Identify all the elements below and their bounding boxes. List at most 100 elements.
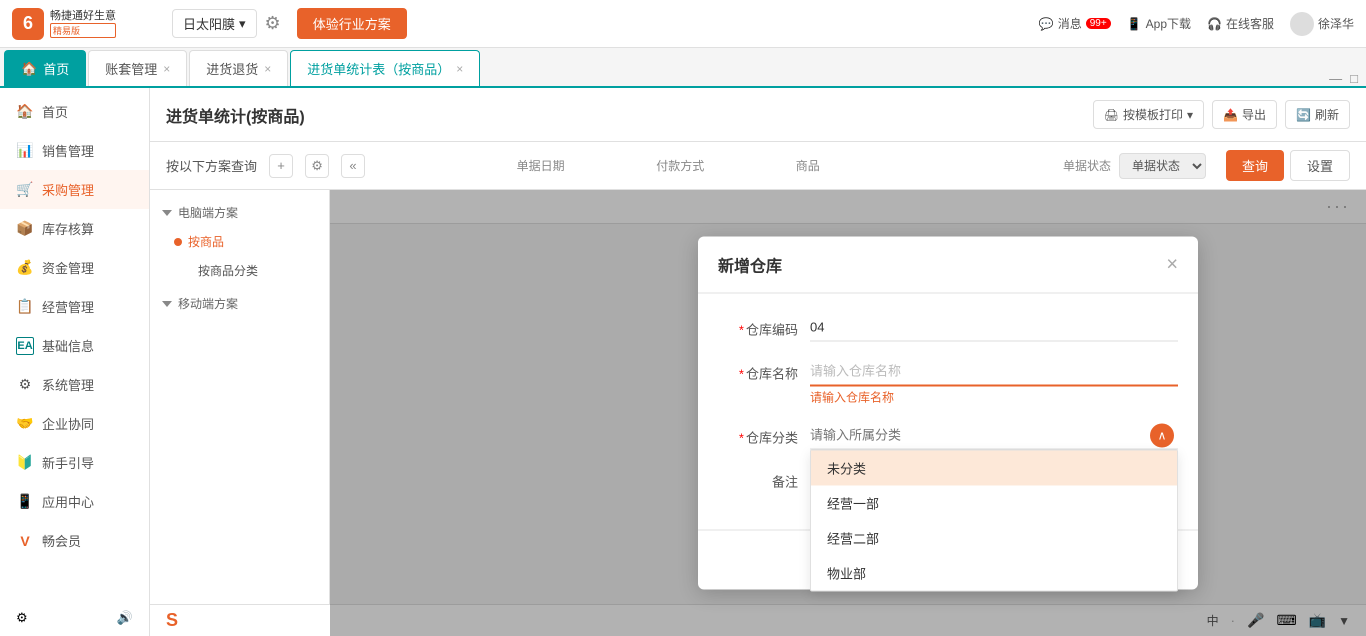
store-selector[interactable]: 日太阳膜 ▾ bbox=[172, 9, 257, 38]
app-download-label: App下载 bbox=[1146, 15, 1191, 32]
tab-accounts-close[interactable]: × bbox=[163, 62, 170, 76]
sidebar-item-basic-info[interactable]: EA 基础信息 bbox=[0, 326, 149, 365]
scheme-mobile-label: 移动端方案 bbox=[178, 295, 238, 312]
maximize-icon[interactable]: □ bbox=[1350, 71, 1358, 86]
dropdown-arrow-icon[interactable]: ∧ bbox=[1150, 424, 1174, 448]
export-button[interactable]: 📤 导出 bbox=[1212, 100, 1277, 129]
export-icon: 📤 bbox=[1223, 108, 1238, 122]
minimize-icon[interactable]: — bbox=[1329, 71, 1342, 86]
user-avatar bbox=[1290, 12, 1314, 36]
scheme-item-goods-category[interactable]: 按商品分类 bbox=[150, 256, 329, 285]
tab-purchase-return[interactable]: 进货退货 × bbox=[189, 50, 288, 86]
sidebar-item-apps-label: 应用中心 bbox=[42, 492, 94, 511]
tab-accounts[interactable]: 账套管理 × bbox=[88, 50, 187, 86]
category-input[interactable] bbox=[810, 422, 1178, 450]
tab-purchase-return-label: 进货退货 bbox=[206, 59, 258, 78]
demo-button[interactable]: 体验行业方案 bbox=[297, 8, 407, 39]
add-scheme-button[interactable]: + bbox=[269, 154, 293, 178]
category-label: 仓库分类 bbox=[718, 422, 798, 447]
refresh-button[interactable]: 🔄 刷新 bbox=[1285, 100, 1350, 129]
sidebar-item-operations-label: 经营管理 bbox=[42, 297, 94, 316]
dropdown-option-dept2[interactable]: 经营二部 bbox=[811, 521, 1177, 556]
dropdown-option-dept3[interactable]: 物业部 bbox=[811, 556, 1177, 591]
tab-purchase-return-close[interactable]: × bbox=[264, 62, 271, 76]
home-icon: 🏠 bbox=[21, 61, 37, 77]
print-button[interactable]: 🖨 按模板打印 ▾ bbox=[1093, 100, 1204, 129]
sidebar-item-sales[interactable]: 📊 销售管理 bbox=[0, 131, 149, 170]
form-row-name: 仓库名称 请输入仓库名称 bbox=[718, 358, 1178, 406]
top-right-area: 💬 消息 99+ 📱 App下载 🎧 在线客服 徐泽华 bbox=[1039, 12, 1354, 36]
collapse-button[interactable]: « bbox=[341, 154, 365, 178]
tab-purchase-stats[interactable]: 进货单统计表（按商品） × bbox=[290, 50, 480, 86]
message-icon: 💬 bbox=[1039, 17, 1054, 31]
s-brand-icon: S bbox=[166, 610, 178, 631]
status-area: 单据状态 单据状态 bbox=[1063, 153, 1206, 179]
sidebar-item-purchase[interactable]: 🛒 采购管理 bbox=[0, 170, 149, 209]
sidebar-item-system-label: 系统管理 bbox=[42, 375, 94, 394]
username-label: 徐泽华 bbox=[1318, 15, 1354, 32]
active-dot bbox=[174, 238, 182, 246]
name-input[interactable] bbox=[810, 358, 1178, 387]
scheme-item-goods[interactable]: 按商品 bbox=[150, 227, 329, 256]
sidebar-item-enterprise-label: 企业协同 bbox=[42, 414, 94, 433]
store-dropdown-icon: ▾ bbox=[239, 16, 246, 32]
sidebar-settings-icon[interactable]: ⚙ bbox=[16, 610, 28, 626]
sidebar-item-enterprise[interactable]: 🤝 企业协同 bbox=[0, 404, 149, 443]
code-input[interactable] bbox=[810, 314, 1178, 342]
sidebar-item-inventory[interactable]: 📦 库存核算 bbox=[0, 209, 149, 248]
system-icon: ⚙ bbox=[16, 376, 34, 394]
online-service-button[interactable]: 🎧 在线客服 bbox=[1207, 15, 1274, 32]
remark-label: 备注 bbox=[718, 466, 798, 491]
sidebar-item-finance[interactable]: 💰 资金管理 bbox=[0, 248, 149, 287]
export-label: 导出 bbox=[1242, 106, 1266, 123]
sidebar: 🏠 首页 📊 销售管理 🛒 采购管理 📦 库存核算 💰 资金管理 📋 经营管理 … bbox=[0, 88, 150, 636]
scheme-content-area: 电脑端方案 按商品 按商品分类 移动端方案 bbox=[150, 190, 1366, 636]
sidebar-item-member[interactable]: V 畅会员 bbox=[0, 521, 149, 560]
modal-body: 仓库编码 仓库名称 请输入仓库名称 bbox=[698, 294, 1198, 530]
modal-header: 新增仓库 × bbox=[698, 237, 1198, 294]
refresh-icon: 🔄 bbox=[1296, 108, 1311, 122]
set-button[interactable]: 设置 bbox=[1290, 150, 1350, 181]
query-button[interactable]: 查询 bbox=[1226, 150, 1284, 181]
sidebar-item-purchase-label: 采购管理 bbox=[42, 180, 94, 199]
user-info[interactable]: 徐泽华 bbox=[1290, 12, 1354, 36]
tab-purchase-stats-close[interactable]: × bbox=[456, 62, 463, 76]
scheme-mobile-title: 移动端方案 bbox=[150, 289, 329, 318]
sidebar-item-home-label: 首页 bbox=[42, 102, 68, 121]
sidebar-item-home[interactable]: 🏠 首页 bbox=[0, 92, 149, 131]
sidebar-audio-icon[interactable]: 🔊 bbox=[117, 610, 133, 626]
tab-controls: — □ bbox=[1329, 71, 1366, 86]
filter-row: 按以下方案查询 + ⚙ « 单据日期 付款方式 商品 单据状态 单据状态 查询 … bbox=[150, 142, 1366, 190]
print-icon: 🖨 bbox=[1104, 108, 1119, 122]
sidebar-item-apps[interactable]: 📱 应用中心 bbox=[0, 482, 149, 521]
tab-bar: 🏠 首页 账套管理 × 进货退货 × 进货单统计表（按商品） × — □ bbox=[0, 48, 1366, 88]
message-button[interactable]: 💬 消息 99+ bbox=[1039, 15, 1111, 32]
app-download-button[interactable]: 📱 App下载 bbox=[1127, 15, 1191, 32]
name-input-wrap: 请输入仓库名称 bbox=[810, 358, 1178, 406]
col-date-label: 单据日期 bbox=[517, 157, 645, 174]
settings-icon[interactable]: ⚙ bbox=[265, 13, 281, 34]
scheme-settings-button[interactable]: ⚙ bbox=[305, 154, 329, 178]
dropdown-option-dept1[interactable]: 经营一部 bbox=[811, 486, 1177, 521]
app-logo: 6 bbox=[12, 8, 44, 40]
col-payment-label: 付款方式 bbox=[656, 157, 784, 174]
sidebar-item-newbie[interactable]: 🔰 新手引导 bbox=[0, 443, 149, 482]
store-name: 日太阳膜 bbox=[183, 14, 235, 33]
finance-icon: 💰 bbox=[16, 259, 34, 277]
sidebar-item-operations[interactable]: 📋 经营管理 bbox=[0, 287, 149, 326]
operations-icon: 📋 bbox=[16, 298, 34, 316]
name-label: 仓库名称 bbox=[718, 358, 798, 383]
sidebar-item-system[interactable]: ⚙ 系统管理 bbox=[0, 365, 149, 404]
purchase-icon: 🛒 bbox=[16, 181, 34, 199]
collapse-triangle-icon bbox=[162, 210, 172, 216]
print-label: 按模板打印 bbox=[1123, 106, 1183, 123]
modal-close-button[interactable]: × bbox=[1166, 253, 1178, 276]
dropdown-option-uncategorized[interactable]: 未分类 bbox=[811, 451, 1177, 486]
tab-home[interactable]: 🏠 首页 bbox=[4, 50, 86, 86]
home-nav-icon: 🏠 bbox=[16, 103, 34, 121]
status-select[interactable]: 单据状态 bbox=[1119, 153, 1206, 179]
headphone-icon: 🎧 bbox=[1207, 17, 1222, 31]
basic-info-icon: EA bbox=[16, 337, 34, 355]
tab-purchase-stats-label: 进货单统计表（按商品） bbox=[307, 59, 450, 78]
message-badge: 99+ bbox=[1086, 18, 1111, 29]
